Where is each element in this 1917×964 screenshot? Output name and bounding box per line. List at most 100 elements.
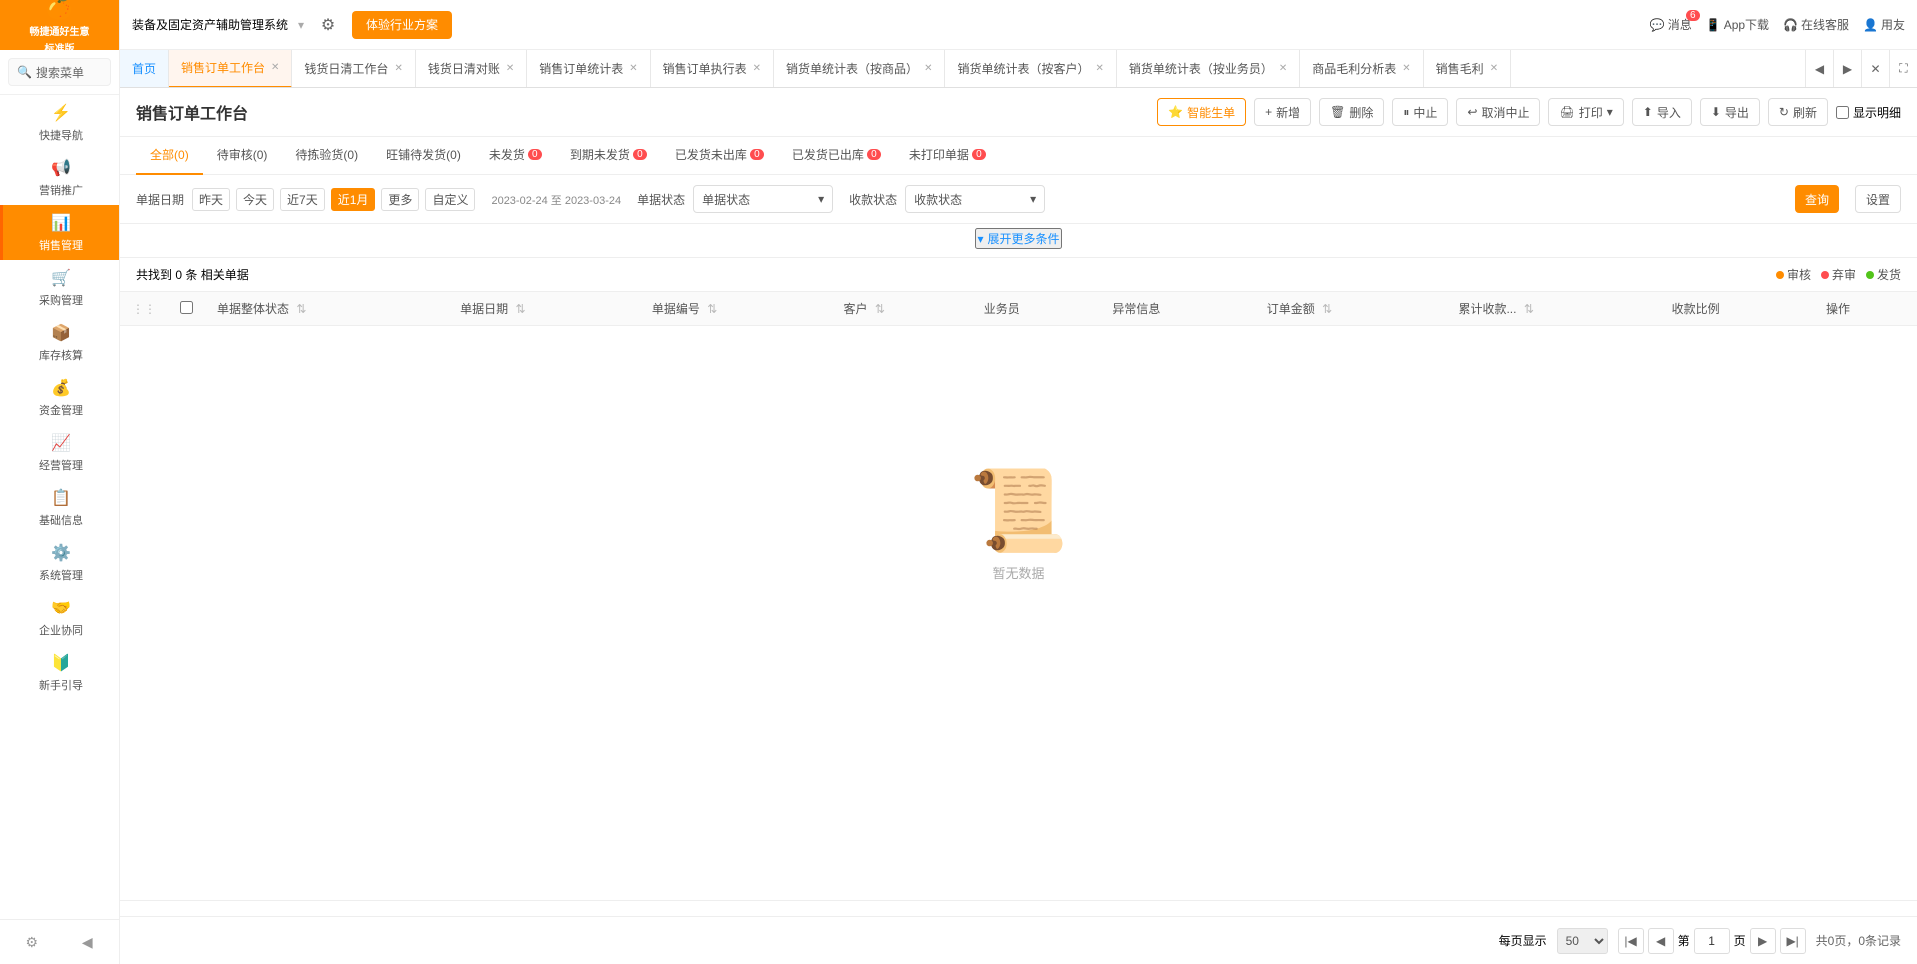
col-drag: ⋮⋮ xyxy=(120,292,168,326)
settings-button[interactable]: ⚙ xyxy=(8,928,56,956)
yesterday-button[interactable]: 昨天 xyxy=(192,188,230,211)
7days-button[interactable]: 近7天 xyxy=(280,188,325,211)
page-number-input[interactable] xyxy=(1694,928,1730,954)
first-page-button[interactable]: |◀ xyxy=(1618,928,1644,954)
app-download-button[interactable]: 📱 App下载 xyxy=(1706,16,1769,33)
tab-sales-profit[interactable]: 销售毛利 ✕ xyxy=(1424,50,1511,88)
print-button[interactable]: 🖨 打印 ▾ xyxy=(1548,98,1623,126)
query-button[interactable]: 查询 xyxy=(1795,185,1839,213)
detail-checkbox[interactable] xyxy=(1836,106,1849,119)
status-select[interactable]: 单据状态 ▾ xyxy=(693,185,833,213)
sidebar-item-quick-nav[interactable]: ⚡ 快捷导航 xyxy=(0,95,119,150)
sidebar-item-operation[interactable]: 📈 经营管理 xyxy=(0,425,119,480)
close-icon[interactable]: ✕ xyxy=(271,62,279,73)
green-dot xyxy=(1866,271,1874,279)
filter-tab-shipped-not-out[interactable]: 已发货未出库 0 xyxy=(661,137,778,175)
page-label: 第 xyxy=(1678,932,1690,949)
prev-page-button[interactable]: ◀ xyxy=(1648,928,1674,954)
filter-tab-wangpu[interactable]: 旺铺待发货(0) xyxy=(372,137,475,175)
filter-tab-all[interactable]: 全部(0) xyxy=(136,137,203,175)
sidebar-item-cooperation[interactable]: 🤝 企业协同 xyxy=(0,590,119,645)
today-button[interactable]: 今天 xyxy=(236,188,274,211)
sidebar-item-system[interactable]: ⚙️ 系统管理 xyxy=(0,535,119,590)
filter-tab-pending-inspect[interactable]: 待拣验货(0) xyxy=(281,137,372,175)
close-icon[interactable]: ✕ xyxy=(629,63,637,74)
close-icon[interactable]: ✕ xyxy=(1490,63,1498,74)
payment-select[interactable]: 收款状态 ▾ xyxy=(905,185,1045,213)
smart-generate-button[interactable]: ⭐ 智能生单 xyxy=(1157,98,1246,126)
approve-quick-action[interactable]: 审核 xyxy=(1776,266,1811,283)
close-icon[interactable]: ✕ xyxy=(394,63,402,74)
close-icon[interactable]: ✕ xyxy=(753,63,761,74)
show-detail-checkbox[interactable]: 显示明细 xyxy=(1836,104,1901,121)
select-all-checkbox[interactable] xyxy=(180,301,193,314)
refresh-button[interactable]: ↻ 刷新 xyxy=(1768,98,1828,126)
sidebar-item-finance[interactable]: 💰 资金管理 xyxy=(0,370,119,425)
import-button[interactable]: ⬆ 导入 xyxy=(1632,98,1692,126)
online-service-button[interactable]: 🎧 在线客服 xyxy=(1783,16,1849,33)
tab-daily-cash[interactable]: 钱货日清工作台 ✕ xyxy=(292,50,415,88)
sales-icon: 📊 xyxy=(51,213,71,233)
tab-close-all-button[interactable]: ✕ xyxy=(1861,50,1889,88)
cancel-suspend-button[interactable]: ↩ 取消中止 xyxy=(1456,98,1540,126)
sidebar-item-guide[interactable]: 🔰 新手引导 xyxy=(0,645,119,700)
delete-button[interactable]: 🗑 删除 xyxy=(1319,98,1384,126)
horizontal-scrollbar[interactable] xyxy=(120,901,1917,916)
last-page-button[interactable]: ▶| xyxy=(1780,928,1806,954)
message-button[interactable]: 💬 消息 6 xyxy=(1650,16,1692,33)
more-button[interactable]: 更多 xyxy=(381,188,419,211)
sidebar-item-label: 经营管理 xyxy=(39,457,83,473)
expand-row: ▾ 展开更多条件 xyxy=(120,224,1917,258)
filter-tab-overdue-not-shipped[interactable]: 到期未发货 0 xyxy=(556,137,661,175)
collapse-button[interactable]: ◀ xyxy=(64,928,112,956)
tab-sales-stats[interactable]: 销售订单统计表 ✕ xyxy=(527,50,650,88)
tab-home[interactable]: 首页 xyxy=(120,50,169,88)
sidebar-item-basic[interactable]: 📋 基础信息 xyxy=(0,480,119,535)
tab-gross-margin[interactable]: 商品毛利分析表 ✕ xyxy=(1300,50,1423,88)
user-icon: 👤 xyxy=(1863,18,1878,32)
1month-button[interactable]: 近1月 xyxy=(331,188,376,211)
settings-button[interactable]: 设置 xyxy=(1855,185,1901,213)
sidebar-item-inventory[interactable]: 📦 库存核算 xyxy=(0,315,119,370)
close-icon[interactable]: ✕ xyxy=(1095,63,1103,74)
filter-tab-not-shipped[interactable]: 未发货 0 xyxy=(475,137,556,175)
sidebar-item-sales[interactable]: 📊 销售管理 xyxy=(0,205,119,260)
payment-label: 收款状态 xyxy=(849,191,897,208)
tab-cash-reconcile[interactable]: 钱货日清对账 ✕ xyxy=(416,50,527,88)
sidebar-item-label: 系统管理 xyxy=(39,567,83,583)
service-icon: 🎧 xyxy=(1783,18,1798,32)
export-button[interactable]: ⬇ 导出 xyxy=(1700,98,1760,126)
sidebar-item-marketing[interactable]: 📢 营销推广 xyxy=(0,150,119,205)
tab-sales-exec[interactable]: 销售订单执行表 ✕ xyxy=(651,50,774,88)
next-page-button[interactable]: ▶ xyxy=(1750,928,1776,954)
sidebar-item-purchase[interactable]: 🛒 采购管理 xyxy=(0,260,119,315)
shipped-not-out-badge: 0 xyxy=(750,149,764,160)
topbar-gear-button[interactable]: ⚙ xyxy=(314,11,342,39)
close-icon[interactable]: ✕ xyxy=(506,63,514,74)
search-menu-button[interactable]: 🔍 搜索菜单 xyxy=(8,58,111,86)
tab-next-button[interactable]: ▶ xyxy=(1833,50,1861,88)
tab-prev-button[interactable]: ◀ xyxy=(1805,50,1833,88)
close-icon[interactable]: ✕ xyxy=(1279,63,1287,74)
tab-sales-by-staff[interactable]: 销货单统计表（按业务员） ✕ xyxy=(1117,50,1300,88)
expand-conditions-button[interactable]: ▾ 展开更多条件 xyxy=(975,228,1061,249)
tab-sales-order[interactable]: 销售订单工作台 ✕ xyxy=(169,50,292,88)
page-size-select[interactable]: 50 100 200 xyxy=(1557,928,1608,954)
filter-tab-pending-review[interactable]: 待审核(0) xyxy=(203,137,282,175)
filter-tab-not-printed[interactable]: 未打印单据 0 xyxy=(895,137,1000,175)
trial-button[interactable]: 体验行业方案 xyxy=(352,11,452,39)
close-icon[interactable]: ✕ xyxy=(1402,63,1410,74)
revoke-quick-action[interactable]: 弃审 xyxy=(1821,266,1856,283)
user-button[interactable]: 👤 用友 xyxy=(1863,16,1905,33)
suspend-button[interactable]: ⏸ 中止 xyxy=(1392,98,1448,126)
ship-quick-action[interactable]: 发货 xyxy=(1866,266,1901,283)
tab-maximize-button[interactable]: ⛶ xyxy=(1889,50,1917,88)
add-button[interactable]: + 新增 xyxy=(1254,98,1311,126)
table-quick-actions: 审核 弃审 发货 xyxy=(1776,266,1901,283)
tab-sales-by-customer[interactable]: 销货单统计表（按客户） ✕ xyxy=(945,50,1116,88)
filter-tab-shipped-out[interactable]: 已发货已出库 0 xyxy=(778,137,895,175)
tab-sales-by-product[interactable]: 销货单统计表（按商品） ✕ xyxy=(774,50,945,88)
custom-button[interactable]: 自定义 xyxy=(425,188,475,211)
empty-text: 暂无数据 xyxy=(992,563,1044,582)
close-icon[interactable]: ✕ xyxy=(924,63,932,74)
